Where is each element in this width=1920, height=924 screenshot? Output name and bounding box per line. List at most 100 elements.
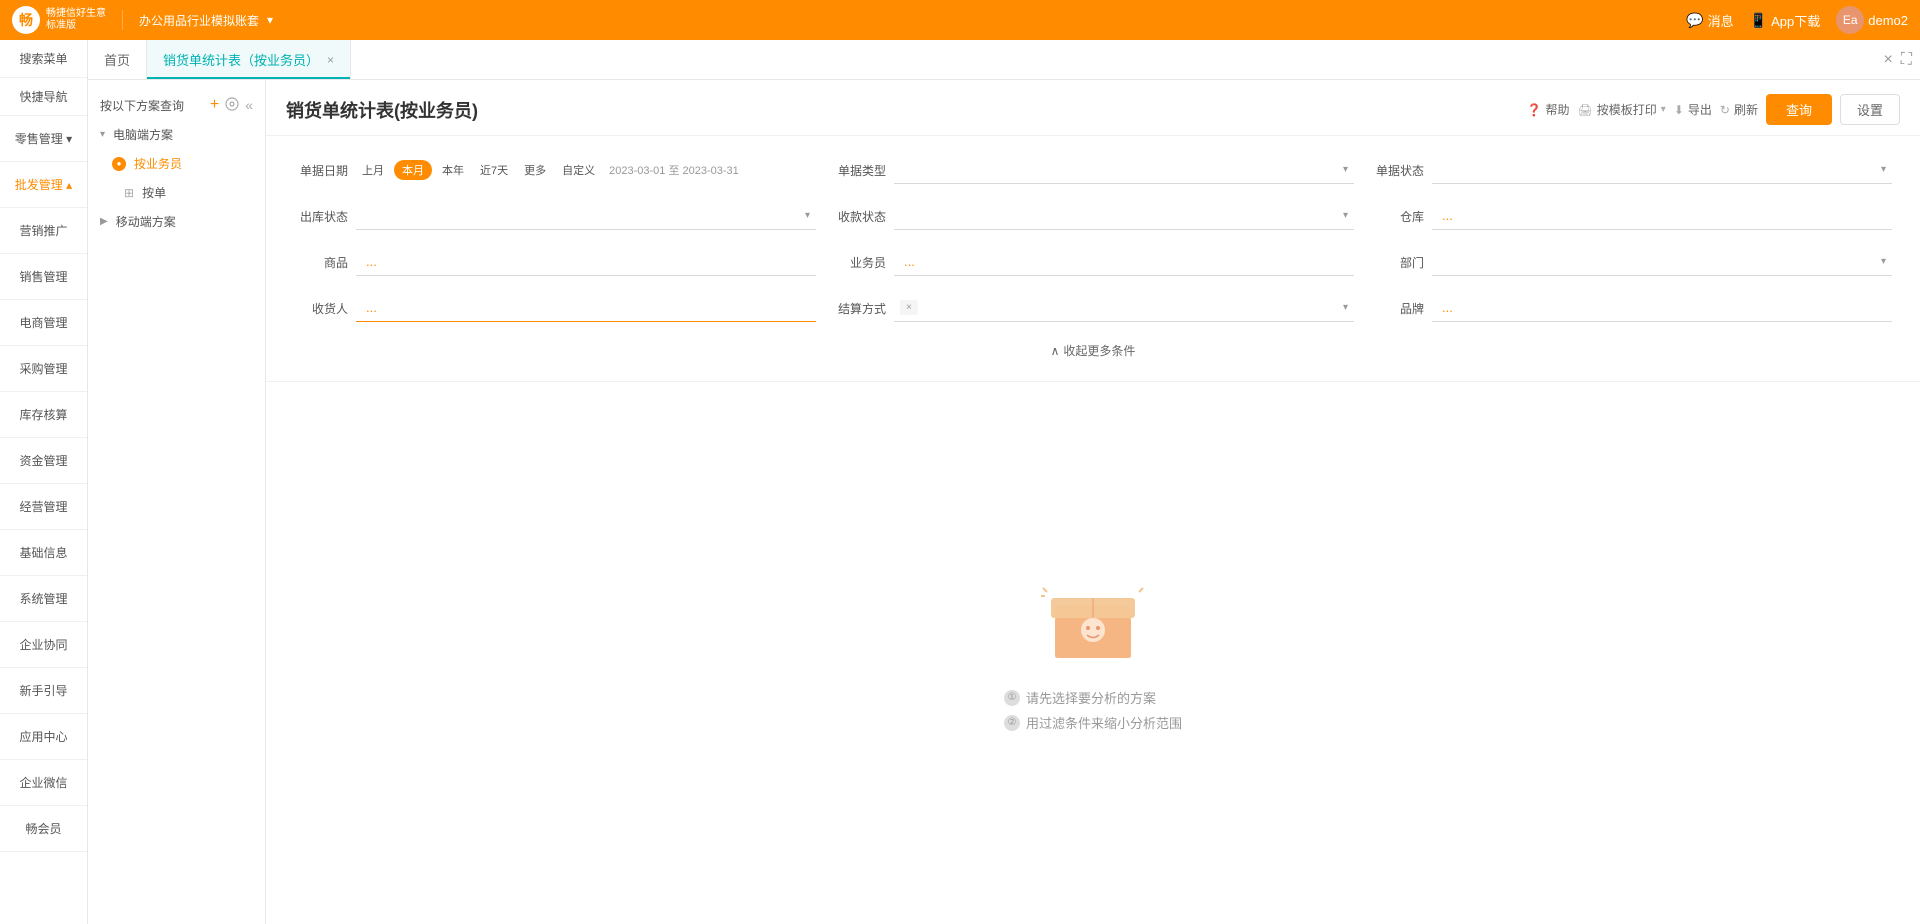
settlement-chevron: ▾ xyxy=(1343,302,1348,313)
page-title: 销货单统计表(按业务员) xyxy=(286,97,478,123)
sidebar-item-label-wechat: 企业微信 xyxy=(19,776,67,790)
sidebar-item-enterprise[interactable]: 企业协同 xyxy=(0,622,87,668)
sidebar-item-wechat[interactable]: 企业微信 xyxy=(0,760,87,806)
print-dropdown-icon: ▾ xyxy=(1661,104,1666,115)
sidebar-item-retail[interactable]: 零售管理 ▾ xyxy=(0,116,87,162)
sidebar-item-purchase[interactable]: 采购管理 xyxy=(0,346,87,392)
goods-input[interactable]: ... xyxy=(356,248,816,276)
app-title: 办公用品行业模拟账套 xyxy=(139,12,259,29)
tab-home[interactable]: 首页 xyxy=(88,40,147,79)
sidebar-item-newbie[interactable]: 新手引导 xyxy=(0,668,87,714)
tab-close-btn[interactable]: × xyxy=(327,53,334,67)
sidebar-item-basics[interactable]: 基础信息 xyxy=(0,530,87,576)
phone-icon: 📱 xyxy=(1750,12,1767,29)
refresh-icon: ↻ xyxy=(1720,103,1730,117)
tree-mobile-root[interactable]: ▶ 移动端方案 xyxy=(88,207,265,236)
goods-dots[interactable]: ... xyxy=(366,254,377,269)
collapse-panel-btn[interactable]: « xyxy=(245,97,253,113)
warehouse-input[interactable]: ... xyxy=(1432,202,1892,230)
query-button[interactable]: 查询 xyxy=(1766,94,1832,125)
settings-scheme-btn[interactable] xyxy=(225,97,239,114)
date-prev-btn[interactable]: 上月 xyxy=(356,160,390,180)
settlement-x-btn[interactable]: × xyxy=(906,302,912,313)
date-range-text: 2023-03-01 至 2023-03-31 xyxy=(609,162,739,178)
tree-by-doc[interactable]: ⊞ 按单 xyxy=(88,178,265,207)
collapse-btn[interactable]: ∧ 收起更多条件 xyxy=(286,334,1900,367)
refresh-label: 刷新 xyxy=(1734,101,1758,118)
sidebar-item-label-basics: 基础信息 xyxy=(19,546,67,560)
sidebar-item-label-purchase: 采购管理 xyxy=(19,362,67,376)
sidebar-item-operations[interactable]: 经营管理 xyxy=(0,484,87,530)
sidebar-quicknav[interactable]: 快捷导航 xyxy=(0,78,87,116)
doc-status-filter-cell: 单据状态 ▾ xyxy=(1362,150,1900,190)
salesperson-filter-cell: 业务员 ... xyxy=(824,242,1362,282)
tab-active[interactable]: 销货单统计表（按业务员） × xyxy=(147,40,351,79)
tree-desktop-root[interactable]: ▾ 电脑端方案 xyxy=(88,120,265,149)
close-window-icon[interactable]: × xyxy=(1883,51,1892,69)
consignee-dots[interactable]: ... xyxy=(366,300,377,315)
date-year-btn[interactable]: 本年 xyxy=(436,160,470,180)
refresh-btn[interactable]: ↻ 刷新 xyxy=(1720,101,1758,118)
date-cur-btn[interactable]: 本月 xyxy=(394,160,432,180)
sidebar-item-label-marketing: 营销推广 xyxy=(19,224,67,238)
date-7-btn[interactable]: 近7天 xyxy=(474,160,514,180)
empty-hint-2: ② 用过滤条件来缩小分析范围 xyxy=(1004,713,1182,732)
doc-type-label: 单据类型 xyxy=(824,162,894,179)
page-header: 销货单统计表(按业务员) ❓ 帮助 🖨 按模板打印 ▾ xyxy=(266,80,1920,136)
maximize-icon[interactable]: ⛶ xyxy=(1901,51,1912,69)
sidebar-item-label-sales: 销售管理 xyxy=(19,270,67,284)
brand-input[interactable]: ... xyxy=(1432,294,1892,322)
out-status-chevron: ▾ xyxy=(805,210,810,221)
consignee-input[interactable]: ... xyxy=(356,294,816,322)
top-nav: 畅 畅捷信好生意 标准版 办公用品行业模拟账套 ▾ 💬 消息 📱 App下载 E… xyxy=(0,0,1920,40)
help-btn[interactable]: ❓ 帮助 xyxy=(1527,101,1570,118)
brand-label: 品牌 xyxy=(1362,300,1432,317)
user-name: demo2 xyxy=(1868,13,1908,28)
sidebar-item-ecommerce[interactable]: 电商管理 xyxy=(0,300,87,346)
sidebar-item-marketing[interactable]: 营销推广 xyxy=(0,208,87,254)
sidebar-item-finance[interactable]: 资金管理 xyxy=(0,438,87,484)
salesperson-label: 业务员 xyxy=(824,254,894,271)
settlement-select[interactable]: × ▾ xyxy=(894,294,1354,322)
filter-row-3: 商品 ... 业务员 ... xyxy=(286,242,1900,282)
brand-filter-cell: 品牌 ... xyxy=(1362,288,1900,328)
template-print-btn[interactable]: 🖨 按模板打印 ▾ xyxy=(1578,101,1666,118)
sidebar-item-label-newbie: 新手引导 xyxy=(19,684,67,698)
salesperson-dots[interactable]: ... xyxy=(904,254,915,269)
add-scheme-btn[interactable]: + xyxy=(210,96,219,114)
collapse-icon: ∧ xyxy=(1051,344,1060,358)
sidebar-item-apps[interactable]: 应用中心 xyxy=(0,714,87,760)
payment-status-filter-cell: 收款状态 ▾ xyxy=(824,196,1362,236)
sidebar-item-inventory[interactable]: 库存核算 xyxy=(0,392,87,438)
date-more-btn[interactable]: 更多 xyxy=(518,160,552,180)
top-nav-right: 💬 消息 📱 App下载 Ea demo2 xyxy=(1686,6,1908,34)
sidebar-item-member[interactable]: 畅会员 xyxy=(0,806,87,852)
date-custom-btn[interactable]: 自定义 xyxy=(556,160,601,180)
out-status-select[interactable]: ▾ xyxy=(356,202,816,230)
dept-select[interactable]: ▾ xyxy=(1432,248,1892,276)
user-nav[interactable]: Ea demo2 xyxy=(1836,6,1908,34)
payment-status-chevron: ▾ xyxy=(1343,210,1348,221)
logo-area: 畅 畅捷信好生意 标准版 xyxy=(12,6,106,34)
sidebar-search[interactable]: 搜索菜单 xyxy=(0,40,87,78)
dept-chevron: ▾ xyxy=(1881,256,1886,267)
tab-bar-actions: × ⛶ xyxy=(1883,51,1920,69)
warehouse-dots[interactable]: ... xyxy=(1442,208,1453,223)
salesperson-input[interactable]: ... xyxy=(894,248,1354,276)
app-download-nav[interactable]: 📱 App下载 xyxy=(1750,11,1821,30)
sidebar-item-system[interactable]: 系统管理 xyxy=(0,576,87,622)
sidebar-item-sales[interactable]: 销售管理 xyxy=(0,254,87,300)
dropdown-icon[interactable]: ▾ xyxy=(267,13,273,27)
chevron-up-icon: ▴ xyxy=(66,178,72,192)
settings-button[interactable]: 设置 xyxy=(1840,94,1900,125)
message-nav[interactable]: 💬 消息 xyxy=(1686,11,1733,30)
empty-state: ① 请先选择要分析的方案 ② 用过滤条件来缩小分析范围 xyxy=(266,382,1920,924)
brand-dots[interactable]: ... xyxy=(1442,300,1453,315)
export-btn[interactable]: ⬇ 导出 xyxy=(1674,101,1712,118)
doc-type-select[interactable]: ▾ xyxy=(894,156,1354,184)
sidebar-item-wholesale[interactable]: 批发管理 ▴ xyxy=(0,162,87,208)
tree-by-salesperson[interactable]: ● 按业务员 xyxy=(88,149,265,178)
doc-status-select[interactable]: ▾ xyxy=(1432,156,1892,184)
payment-status-select[interactable]: ▾ xyxy=(894,202,1354,230)
filter-row-4: 收货人 ... 结算方式 × xyxy=(286,288,1900,328)
